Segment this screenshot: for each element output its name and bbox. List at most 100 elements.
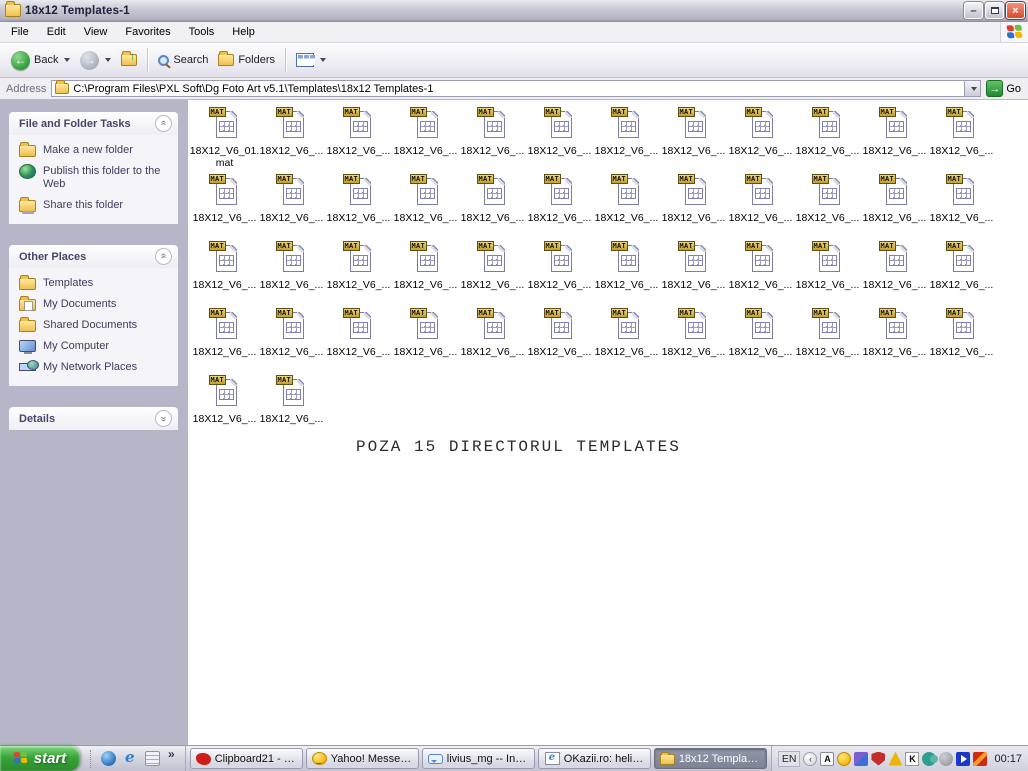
file-item[interactable]: MAT 18X12_V6_... <box>325 307 392 374</box>
close-button[interactable]: × <box>1006 2 1025 19</box>
show-desktop-icon[interactable] <box>145 751 160 766</box>
file-item[interactable]: MAT 18X12_V6_... <box>325 106 392 173</box>
tray-warning-icon[interactable] <box>888 751 903 766</box>
toolbar-grip[interactable] <box>90 749 93 768</box>
file-item[interactable]: MAT 18X12_V6_... <box>660 307 727 374</box>
file-item[interactable]: MAT 18X12_V6_... <box>660 240 727 307</box>
sidebar-item-make-a-new-folder[interactable]: Make a new folder <box>19 142 172 157</box>
tray-player-icon[interactable] <box>956 751 971 766</box>
back-button[interactable]: ← Back <box>6 48 75 73</box>
views-button[interactable] <box>291 50 331 70</box>
file-item[interactable]: MAT 18X12_V6_... <box>593 240 660 307</box>
back-dropdown-icon[interactable] <box>64 58 71 62</box>
quick-launch-overflow-chevron[interactable]: » <box>166 747 177 761</box>
sidebar-item-my-documents[interactable]: My Documents <box>19 296 172 311</box>
menu-item-favorites[interactable]: Favorites <box>116 23 179 41</box>
sidebar-item-my-network-places[interactable]: My Network Places <box>19 360 172 374</box>
sidebar-item-templates[interactable]: Templates <box>19 275 172 290</box>
menu-item-view[interactable]: View <box>75 23 117 41</box>
file-item[interactable]: MAT 18X12_V6_... <box>258 106 325 173</box>
file-item[interactable]: MAT 18X12_V6_... <box>459 173 526 240</box>
file-item[interactable]: MAT 18X12_V6_... <box>526 106 593 173</box>
file-item[interactable]: MAT 18X12_V6_... <box>191 240 258 307</box>
file-item[interactable]: MAT 18X12_V6_... <box>258 307 325 374</box>
taskbar-task-yahoo-messenger[interactable]: Yahoo! Messenger <box>305 748 419 769</box>
chevron-icon[interactable]: » <box>155 248 172 265</box>
file-item[interactable]: MAT 18X12_V6_... <box>660 173 727 240</box>
sidebar-item-share-this-folder[interactable]: Share this folder <box>19 197 172 214</box>
file-item[interactable]: MAT 18X12_V6_... <box>593 307 660 374</box>
clock[interactable]: 00:17 <box>994 753 1022 765</box>
start-button[interactable]: start <box>0 746 80 771</box>
file-item[interactable]: MAT 18X12_V6_... <box>459 240 526 307</box>
tray-language-icon[interactable]: A <box>820 751 835 766</box>
file-item[interactable]: MAT 18X12_V6_... <box>459 307 526 374</box>
file-item[interactable]: MAT 18X12_V6_... <box>794 106 861 173</box>
file-item[interactable]: MAT 18X12_V6_... <box>258 374 325 441</box>
file-item[interactable]: MAT 18X12_V6_... <box>861 173 928 240</box>
taskbar-task-livius-mg-inst[interactable]: livius_mg -- Inst... <box>421 748 535 769</box>
file-item[interactable]: MAT 18X12_V6_... <box>526 173 593 240</box>
file-item[interactable]: MAT 18X12_V6_... <box>392 240 459 307</box>
forward-dropdown-icon[interactable] <box>105 58 112 62</box>
file-item[interactable]: MAT 18X12_V6_01. mat <box>190 106 259 173</box>
file-item[interactable]: MAT 18X12_V6_... <box>928 307 995 374</box>
taskbar-task-clipboard21-irf[interactable]: Clipboard21 - Irf... <box>189 748 303 769</box>
file-item[interactable]: MAT 18X12_V6_... <box>459 106 526 173</box>
file-item[interactable]: MAT 18X12_V6_... <box>191 374 258 441</box>
taskbar-task-okazii-ro-heli-ho[interactable]: OKazii.ro: heli ho... <box>537 748 651 769</box>
file-item[interactable]: MAT 18X12_V6_... <box>191 173 258 240</box>
tray-downloader-icon[interactable] <box>973 751 988 766</box>
file-item[interactable]: MAT 18X12_V6_... <box>191 307 258 374</box>
file-item[interactable]: MAT 18X12_V6_... <box>861 307 928 374</box>
restore-button[interactable] <box>985 2 1004 19</box>
ie-quick-icon[interactable] <box>123 748 138 766</box>
sidebar-panel-header[interactable]: Details » <box>9 407 178 430</box>
tray-volume-icon[interactable] <box>939 751 954 766</box>
file-item[interactable]: MAT 18X12_V6_... <box>928 106 995 173</box>
file-item[interactable]: MAT 18X12_V6_... <box>325 240 392 307</box>
menu-item-tools[interactable]: Tools <box>180 23 224 41</box>
file-item[interactable]: MAT 18X12_V6_... <box>727 240 794 307</box>
file-item[interactable]: MAT 18X12_V6_... <box>727 307 794 374</box>
file-item[interactable]: MAT 18X12_V6_... <box>258 173 325 240</box>
menu-item-file[interactable]: File <box>2 23 38 41</box>
chevron-icon[interactable]: » <box>155 410 172 427</box>
file-item[interactable]: MAT 18X12_V6_... <box>392 307 459 374</box>
minimize-button[interactable]: – <box>964 2 983 19</box>
file-item[interactable]: MAT 18X12_V6_... <box>794 173 861 240</box>
go-button[interactable]: → Go <box>986 80 1025 97</box>
file-item[interactable]: MAT 18X12_V6_... <box>928 173 995 240</box>
file-item[interactable]: MAT 18X12_V6_... <box>727 173 794 240</box>
file-item[interactable]: MAT 18X12_V6_... <box>861 106 928 173</box>
file-item[interactable]: MAT 18X12_V6_... <box>526 307 593 374</box>
file-item[interactable]: MAT 18X12_V6_... <box>325 173 392 240</box>
folders-button[interactable]: Folders <box>213 51 280 69</box>
file-item[interactable]: MAT 18X12_V6_... <box>794 240 861 307</box>
taskbar-task-18x12-templates-1[interactable]: 18x12 Templates-1 <box>653 748 767 769</box>
forward-button[interactable]: → <box>75 48 116 73</box>
chevron-icon[interactable]: » <box>155 115 172 132</box>
file-list-area[interactable]: MAT 18X12_V6_01. mat MAT 18X12_V6_... MAT… <box>188 100 1028 745</box>
sidebar-panel-header[interactable]: File and Folder Tasks » <box>9 112 178 135</box>
sidebar-item-my-computer[interactable]: My Computer <box>19 339 172 354</box>
address-input[interactable]: C:\Program Files\PXL Soft\Dg Foto Art v5… <box>51 80 982 97</box>
search-button[interactable]: Search <box>153 51 213 69</box>
tray-collapse-icon[interactable]: ‹ <box>803 751 818 766</box>
file-item[interactable]: MAT 18X12_V6_... <box>392 173 459 240</box>
sidebar-item-shared-documents[interactable]: Shared Documents <box>19 317 172 332</box>
file-item[interactable]: MAT 18X12_V6_... <box>392 106 459 173</box>
file-item[interactable]: MAT 18X12_V6_... <box>593 106 660 173</box>
tray-shield-icon[interactable] <box>871 751 886 766</box>
file-item[interactable]: MAT 18X12_V6_... <box>593 173 660 240</box>
sidebar-item-publish-this-folder-to-the-web[interactable]: Publish this folder to the Web <box>19 164 172 191</box>
address-path[interactable]: C:\Program Files\PXL Soft\Dg Foto Art v5… <box>73 83 960 95</box>
file-item[interactable]: MAT 18X12_V6_... <box>928 240 995 307</box>
tray-kaspersky-icon[interactable]: K <box>905 751 920 766</box>
messenger-quick-icon[interactable] <box>101 751 116 766</box>
file-item[interactable]: MAT 18X12_V6_... <box>794 307 861 374</box>
file-item[interactable]: MAT 18X12_V6_... <box>660 106 727 173</box>
language-indicator[interactable]: EN <box>777 750 801 767</box>
menu-item-help[interactable]: Help <box>223 23 264 41</box>
menu-item-edit[interactable]: Edit <box>38 23 75 41</box>
